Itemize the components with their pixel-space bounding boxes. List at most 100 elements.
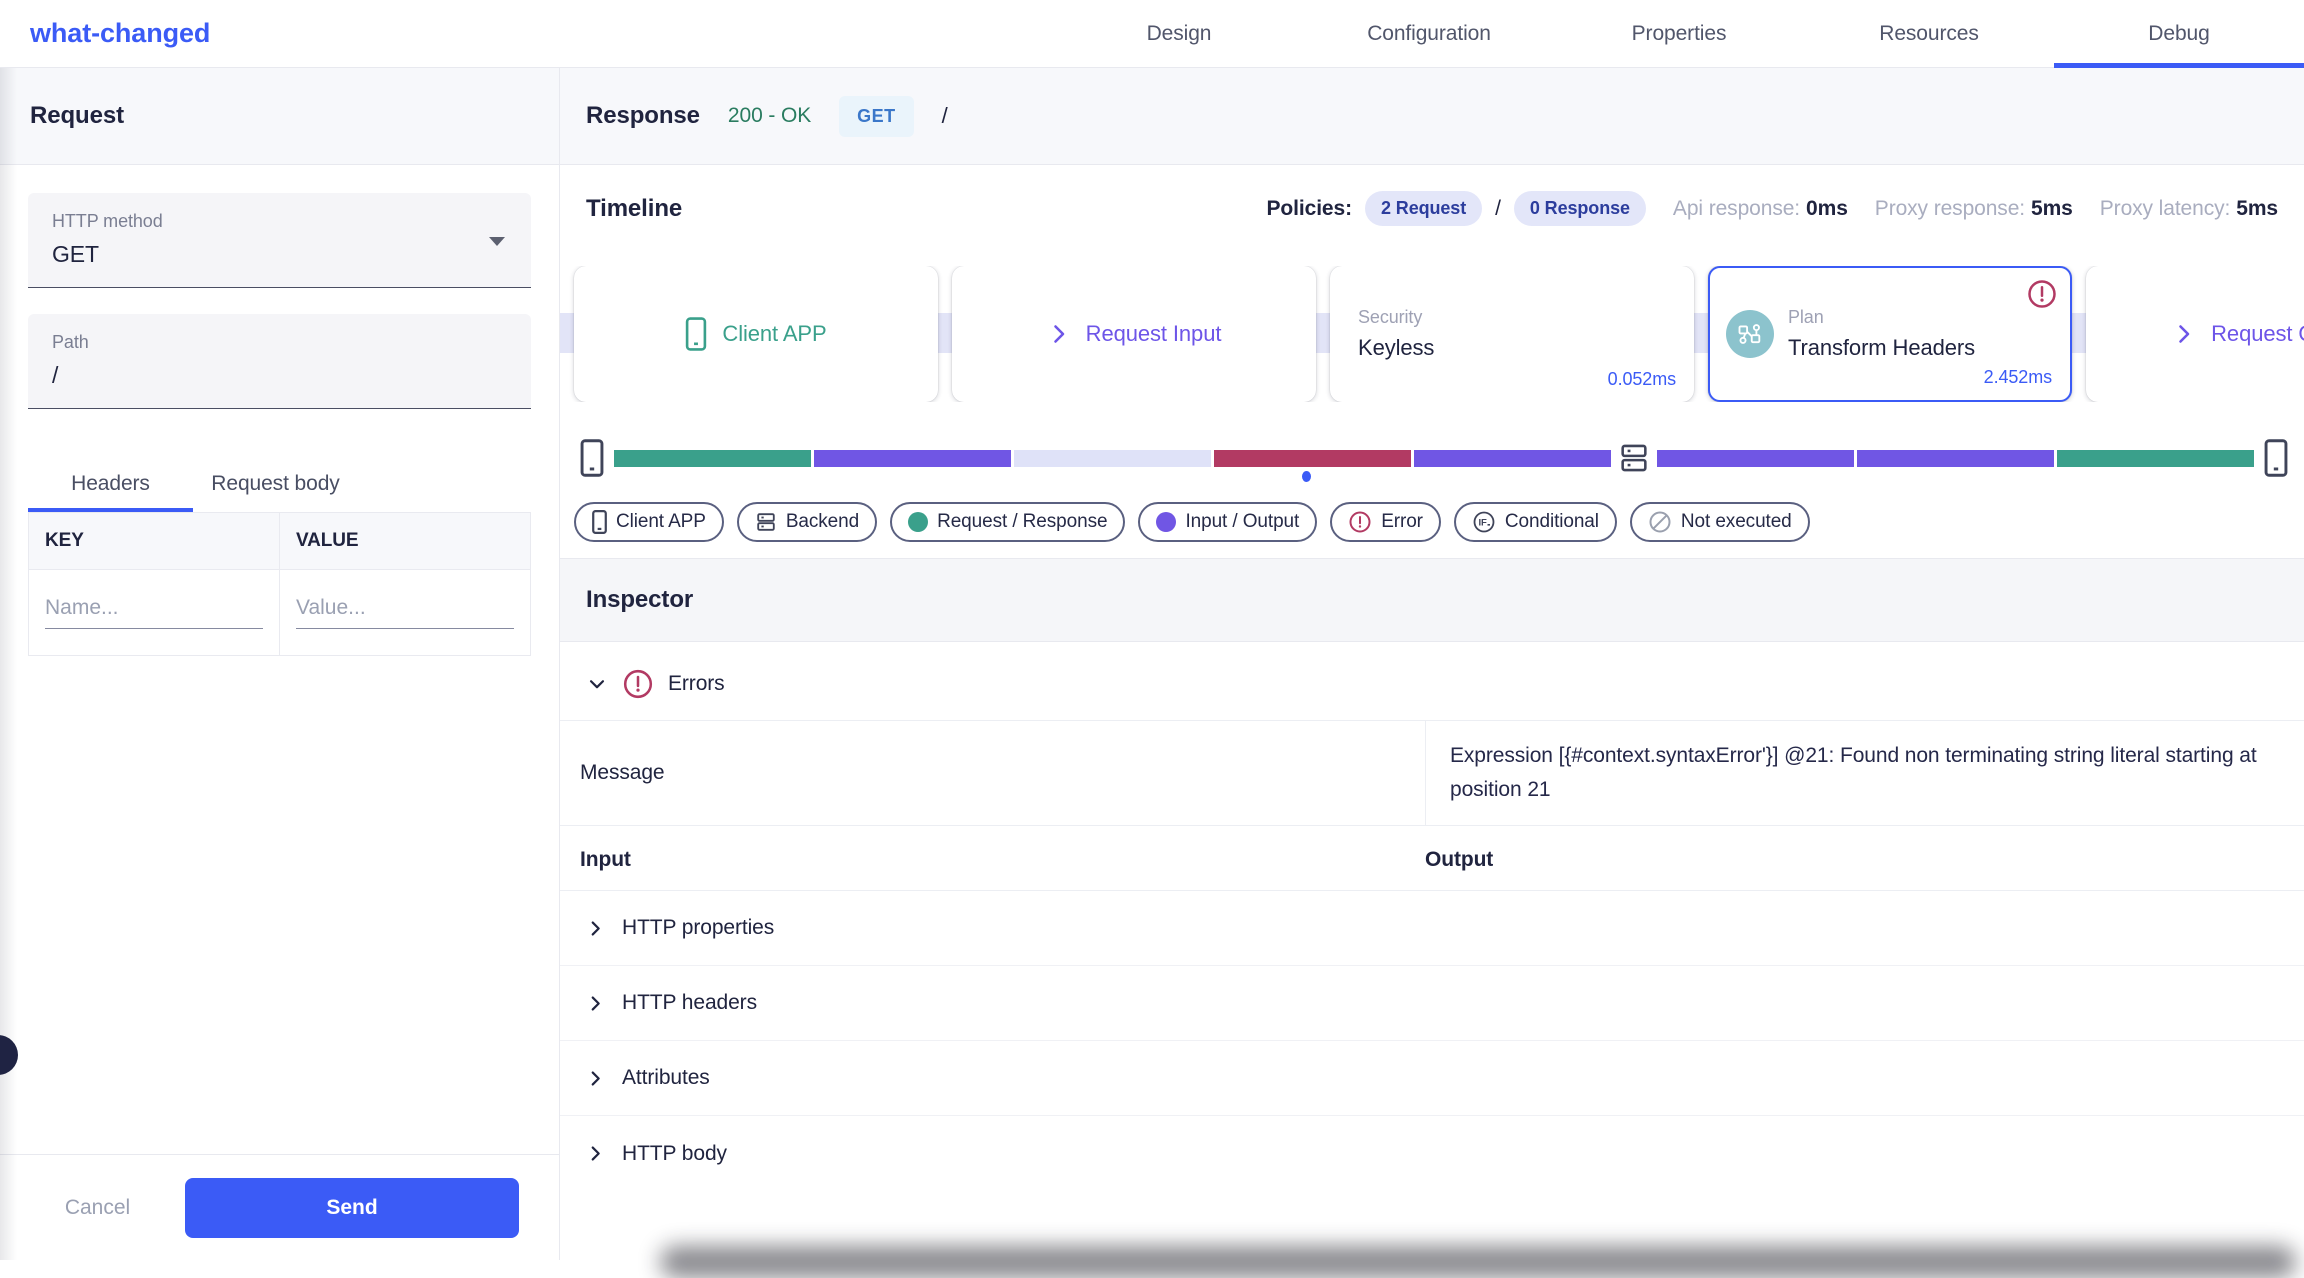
mobile-icon bbox=[685, 317, 707, 351]
mobile-icon bbox=[2264, 439, 2288, 477]
section-http-properties[interactable]: HTTP properties bbox=[560, 891, 2304, 966]
card-policy-name: Transform Headers bbox=[1788, 335, 1975, 361]
response-header: Response 200 - OK GET / bbox=[560, 68, 2304, 165]
message-text: Expression [{#context.syntaxError'}] @21… bbox=[1425, 721, 2304, 825]
bar-segment-response[interactable] bbox=[2057, 450, 2254, 467]
dropdown-arrow-icon bbox=[489, 237, 505, 246]
cancel-button[interactable]: Cancel bbox=[40, 1196, 155, 1220]
error-icon bbox=[2027, 279, 2057, 309]
tab-configuration[interactable]: Configuration bbox=[1304, 0, 1554, 67]
legend-conditional: IF Conditional bbox=[1454, 502, 1617, 542]
legend-not-executed: Not executed bbox=[1630, 502, 1810, 542]
http-method-select[interactable]: HTTP method GET bbox=[28, 193, 531, 288]
top-bar: what-changed Design Configuration Proper… bbox=[0, 0, 2304, 68]
chevron-right-icon bbox=[586, 1144, 605, 1163]
bar-segment-output-2[interactable] bbox=[1857, 450, 2054, 467]
inspector-title: Inspector bbox=[586, 586, 693, 614]
response-policies-badge: 0 Response bbox=[1514, 191, 1646, 226]
bar-segment-request[interactable] bbox=[614, 450, 811, 467]
chevron-right-icon bbox=[586, 919, 605, 938]
request-policies-badge: 2 Request bbox=[1365, 191, 1482, 226]
tab-resources[interactable]: Resources bbox=[1804, 0, 2054, 67]
tab-request-body[interactable]: Request body bbox=[193, 453, 358, 512]
tab-properties[interactable]: Properties bbox=[1554, 0, 1804, 67]
path-input[interactable]: Path / bbox=[28, 314, 531, 409]
card-category: Plan bbox=[1788, 307, 1975, 328]
section-http-headers[interactable]: HTTP headers bbox=[560, 966, 2304, 1041]
response-title: Response bbox=[586, 102, 700, 130]
main-nav: Design Configuration Properties Resource… bbox=[1054, 0, 2304, 67]
section-attributes[interactable]: Attributes bbox=[560, 1041, 2304, 1116]
http-method-value: GET bbox=[52, 241, 507, 268]
conditional-icon: IF bbox=[1472, 510, 1496, 534]
timeline-bar bbox=[560, 426, 2304, 490]
path-label: Path bbox=[52, 332, 507, 353]
headers-table-header: KEY VALUE bbox=[29, 513, 530, 570]
request-response-dot bbox=[908, 512, 928, 532]
request-actions: Cancel Send bbox=[0, 1154, 559, 1260]
card-request-input[interactable]: Request Input bbox=[952, 266, 1316, 402]
path-value: / bbox=[52, 362, 507, 389]
selected-policy-indicator bbox=[1302, 471, 1311, 482]
column-key: KEY bbox=[29, 513, 280, 569]
timeline-cards: Client APP Request Input Security Keyles… bbox=[560, 266, 2304, 402]
message-label: Message bbox=[560, 721, 1425, 825]
app-title: what-changed bbox=[30, 18, 210, 49]
request-panel-header: Request bbox=[0, 68, 559, 165]
inspector-header: Inspector bbox=[560, 558, 2304, 642]
card-plan-transform-headers[interactable]: Plan Transform Headers 2.452ms bbox=[1708, 266, 2072, 402]
section-http-body[interactable]: HTTP body bbox=[560, 1116, 2304, 1191]
legend-input-output: Input / Output bbox=[1138, 502, 1317, 542]
bar-segment-output[interactable] bbox=[1414, 450, 1611, 467]
column-value: VALUE bbox=[280, 513, 530, 569]
tab-debug[interactable]: Debug bbox=[2054, 0, 2304, 67]
input-column-header: Input bbox=[580, 848, 1425, 872]
output-column-header: Output bbox=[1425, 848, 1493, 872]
proxy-response-metric: Proxy response: 5ms bbox=[1875, 197, 2073, 221]
timeline-title: Timeline bbox=[586, 195, 682, 223]
card-security-keyless[interactable]: Security Keyless 0.052ms bbox=[1330, 266, 1694, 402]
card-request-input-label: Request Input bbox=[1086, 321, 1222, 347]
mobile-icon bbox=[580, 439, 604, 477]
svg-text:IF: IF bbox=[1478, 518, 1487, 529]
request-tabs: Headers Request body bbox=[28, 453, 531, 512]
chevron-down-icon bbox=[586, 673, 608, 695]
not-executed-icon bbox=[1648, 510, 1672, 534]
bar-segment-input-2[interactable] bbox=[1657, 450, 1854, 467]
card-client-app[interactable]: Client APP bbox=[574, 266, 938, 402]
backend-icon bbox=[755, 511, 777, 533]
chevron-right-icon bbox=[2172, 322, 2196, 346]
card-request-output[interactable]: Request Output bbox=[2086, 266, 2304, 402]
card-request-output-label: Request Output bbox=[2211, 321, 2304, 347]
header-name-input[interactable] bbox=[45, 592, 263, 629]
legend-client-app: Client APP bbox=[574, 502, 724, 542]
timeline-header: Timeline Policies: 2 Request / 0 Respons… bbox=[560, 165, 2304, 244]
response-panel: Response 200 - OK GET / Timeline Policie… bbox=[560, 68, 2304, 1260]
policies-label: Policies: bbox=[1267, 197, 1352, 221]
tab-headers[interactable]: Headers bbox=[28, 453, 193, 512]
legend-error: Error bbox=[1330, 502, 1441, 542]
send-button[interactable]: Send bbox=[185, 1178, 519, 1238]
card-category: Security bbox=[1358, 307, 1434, 328]
card-client-app-label: Client APP bbox=[722, 321, 826, 347]
header-value-input[interactable] bbox=[296, 592, 514, 629]
backend-icon bbox=[1614, 441, 1654, 475]
input-output-headers: Input Output bbox=[560, 826, 2304, 891]
bar-segment-not-executed[interactable] bbox=[1014, 450, 1211, 467]
policy-avatar bbox=[1726, 310, 1774, 358]
card-duration: 0.052ms bbox=[1608, 369, 1676, 390]
errors-label: Errors bbox=[668, 672, 725, 696]
response-path: / bbox=[942, 103, 948, 129]
inspector-sections: HTTP properties HTTP headers Attributes … bbox=[560, 891, 2304, 1191]
tab-design[interactable]: Design bbox=[1054, 0, 1304, 67]
error-icon bbox=[622, 668, 654, 700]
chevron-right-icon bbox=[1047, 322, 1071, 346]
card-policy-name: Keyless bbox=[1358, 335, 1434, 361]
timeline-meta: Policies: 2 Request / 0 Response Api res… bbox=[1267, 191, 2278, 226]
bar-segment-input[interactable] bbox=[814, 450, 1011, 467]
bar-segment-error[interactable] bbox=[1214, 450, 1411, 467]
timeline-bar-track bbox=[614, 450, 2254, 467]
policies-separator: / bbox=[1495, 197, 1501, 221]
api-response-metric: Api response: 0ms bbox=[1673, 197, 1848, 221]
errors-section-toggle[interactable]: Errors bbox=[560, 642, 2304, 720]
